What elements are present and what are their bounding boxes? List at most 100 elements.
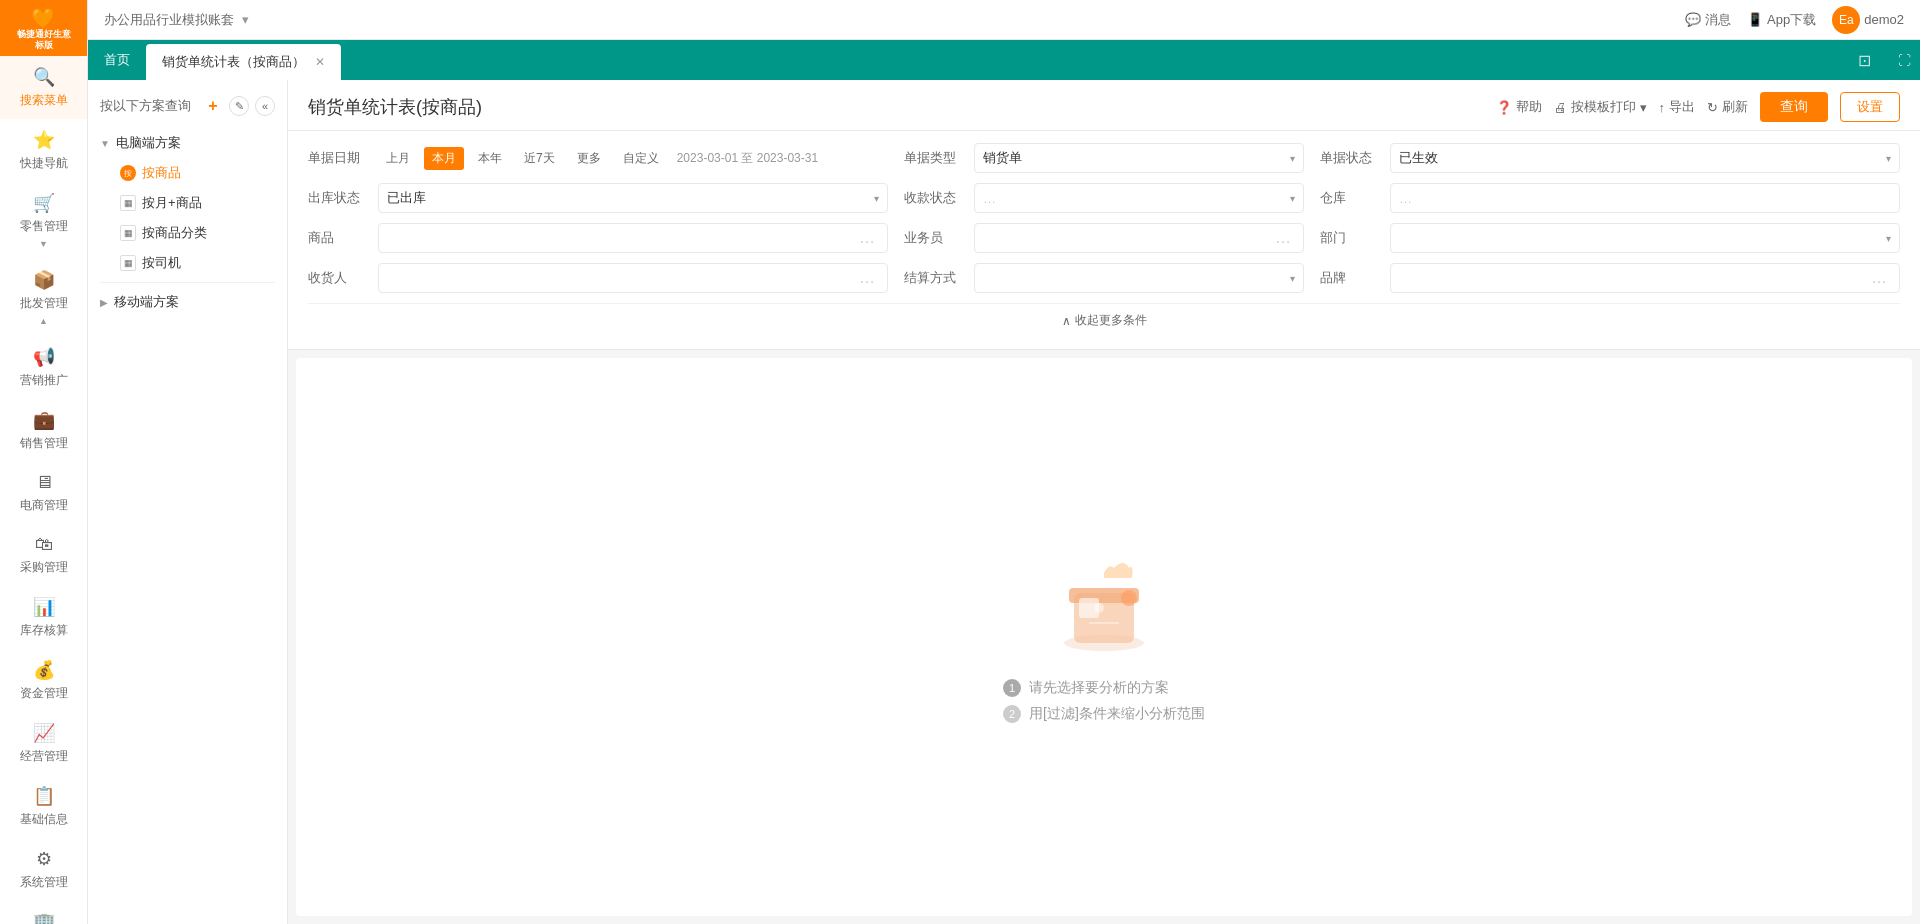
sidebar-item-quick-nav[interactable]: ⭐ 快捷导航 [0,119,88,182]
message-action[interactable]: 💬 消息 [1685,11,1731,29]
tab-close-icon[interactable]: ✕ [315,55,325,69]
doc-type-select[interactable]: 销货单 ▾ [974,143,1304,173]
brand-select[interactable]: … [1390,263,1900,293]
step-2-text: 用[过滤]条件来缩小分析范围 [1029,705,1205,723]
scheme-by-product[interactable]: 按 按商品 [88,158,287,188]
sidebar-item-enterprise[interactable]: 🏢 企业协同 [0,901,88,924]
doc-status-select[interactable]: 已生效 ▾ [1390,143,1900,173]
app-download-action[interactable]: 📱 App下载 [1747,11,1816,29]
sidebar-item-wholesale[interactable]: 📦 批发管理 ▲ [0,259,88,336]
page-title: 销货单统计表(按商品) [308,95,482,119]
sidebar-item-label: 零售管理 [20,218,68,235]
app-logo: 🧡 畅捷通好生意 标版 [0,0,88,56]
sidebar: 🧡 畅捷通好生意 标版 🔍 搜索菜单 ⭐ 快捷导航 🛒 零售管理 ▼ 📦 批发管… [0,0,88,924]
scheme-by-month-product[interactable]: ▦ 按月+商品 [88,188,287,218]
print-dropdown-icon: ▾ [1640,100,1647,115]
filter-salesperson: 业务员 … [904,223,1304,253]
tab-home[interactable]: 首页 [88,40,146,80]
brand-label: 品牌 [1320,269,1390,287]
tab-expand-btn[interactable]: ⊡ [1844,40,1884,80]
sidebar-item-label: 快捷导航 [20,155,68,172]
brand-dots[interactable]: … [1867,269,1891,287]
collapse-panel-btn[interactable]: « [255,96,275,116]
product-select[interactable]: … [378,223,888,253]
salesperson-label: 业务员 [904,229,974,247]
sidebar-item-label: 库存核算 [20,622,68,639]
sidebar-item-retail[interactable]: 🛒 零售管理 ▼ [0,182,88,259]
sidebar-item-marketing[interactable]: 📢 营销推广 [0,336,88,399]
step-2-num: 2 [1003,705,1021,723]
warehouse-status-select[interactable]: 已出库 ▾ [378,183,888,213]
settings-button[interactable]: 设置 [1840,92,1900,122]
desktop-scheme-label: 电脑端方案 [116,134,181,152]
query-button[interactable]: 查询 [1760,92,1828,122]
warehouse-select[interactable]: … [1390,183,1900,213]
department-select[interactable]: ▾ [1390,223,1900,253]
mobile-scheme-parent[interactable]: ▶ 移动端方案 [88,287,287,317]
date-more-btn[interactable]: 更多 [569,147,609,170]
sidebar-item-inventory[interactable]: 📊 库存核算 [0,586,88,649]
collapse-filter-btn[interactable]: ∧ 收起更多条件 [308,303,1900,337]
scheme-by-product-category[interactable]: ▦ 按商品分类 [88,218,287,248]
payment-status-select[interactable]: … ▾ [974,183,1304,213]
sidebar-item-finance[interactable]: 💰 资金管理 [0,649,88,712]
consignee-select[interactable]: … [378,263,888,293]
sidebar-item-sales[interactable]: 💼 销售管理 [0,399,88,462]
department-label: 部门 [1320,229,1390,247]
filter-row-1: 单据日期 上月 本月 本年 近7天 更多 自定义 2023-03-01 至 20… [308,143,1900,173]
dropdown-icon[interactable]: ▾ [242,12,249,27]
scheme-by-cashier[interactable]: ▦ 按司机 [88,248,287,278]
consignee-dots[interactable]: … [855,269,879,287]
sidebar-item-basic[interactable]: 📋 基础信息 [0,775,88,838]
template-print-label: 按模板打印 [1571,98,1636,116]
user-action[interactable]: Ea demo2 [1832,6,1904,34]
sidebar-item-operations[interactable]: 📈 经营管理 [0,712,88,775]
export-btn[interactable]: ↑ 导出 [1659,98,1696,116]
doc-type-label: 单据类型 [904,149,974,167]
filter-area: 单据日期 上月 本月 本年 近7天 更多 自定义 2023-03-01 至 20… [288,131,1920,350]
date-this-year-btn[interactable]: 本年 [470,147,510,170]
sidebar-item-label: 电商管理 [20,497,68,514]
refresh-btn[interactable]: ↻ 刷新 [1707,98,1748,116]
date-control: 上月 本月 本年 近7天 更多 自定义 2023-03-01 至 2023-03… [378,147,888,170]
sidebar-item-label: 搜索菜单 [20,92,68,109]
empty-steps-list: 1 请先选择要分析的方案 2 用[过滤]条件来缩小分析范围 [1003,679,1205,731]
date-custom-btn[interactable]: 自定义 [615,147,667,170]
left-panel-header: 按以下方案查询 + ✎ « [88,88,287,124]
product-dots[interactable]: … [855,229,879,247]
settlement-select[interactable]: ▾ [974,263,1304,293]
filter-payment-status: 收款状态 … ▾ [904,183,1304,213]
basic-icon: 📋 [33,785,55,807]
date-7days-btn[interactable]: 近7天 [516,147,563,170]
scheme-by-product-label: 按商品 [142,164,181,182]
sidebar-item-search[interactable]: 🔍 搜索菜单 [0,56,88,119]
add-scheme-btn[interactable]: + [203,96,223,116]
sidebar-item-ecommerce[interactable]: 🖥 电商管理 [0,462,88,524]
tab-sales-stats[interactable]: 销货单统计表（按商品） ✕ [146,44,341,80]
tab-fullscreen-btn[interactable]: ⛶ [1888,40,1920,80]
sidebar-item-purchase[interactable]: 🛍 采购管理 [0,524,88,586]
right-panel: 销货单统计表(按商品) ❓ 帮助 🖨 按模板打印 ▾ ↑ 导出 [288,80,1920,924]
avatar: Ea [1832,6,1860,34]
filter-doc-status: 单据状态 已生效 ▾ [1320,143,1900,173]
filter-warehouse-status: 出库状态 已出库 ▾ [308,183,888,213]
salesperson-dots[interactable]: … [1271,229,1295,247]
refresh-label: 刷新 [1722,98,1748,116]
sidebar-item-label: 基础信息 [20,811,68,828]
refresh-icon: ↻ [1707,100,1718,115]
sidebar-item-system[interactable]: ⚙ 系统管理 [0,838,88,901]
header-left: 办公用品行业模拟账套 ▾ [104,11,249,29]
date-last-month-btn[interactable]: 上月 [378,147,418,170]
template-print-btn[interactable]: 🖨 按模板打印 ▾ [1554,98,1647,116]
help-btn[interactable]: ❓ 帮助 [1496,98,1542,116]
step-1-text: 请先选择要分析的方案 [1029,679,1169,697]
date-this-month-btn[interactable]: 本月 [424,147,464,170]
date-label: 单据日期 [308,149,378,167]
salesperson-select[interactable]: … [974,223,1304,253]
desktop-scheme-parent[interactable]: ▼ 电脑端方案 [88,128,287,158]
edit-scheme-btn[interactable]: ✎ [229,96,249,116]
operations-icon: 📈 [33,722,55,744]
filter-department: 部门 ▾ [1320,223,1900,253]
header-right: 💬 消息 📱 App下载 Ea demo2 [1685,6,1904,34]
sidebar-item-label: 资金管理 [20,685,68,702]
